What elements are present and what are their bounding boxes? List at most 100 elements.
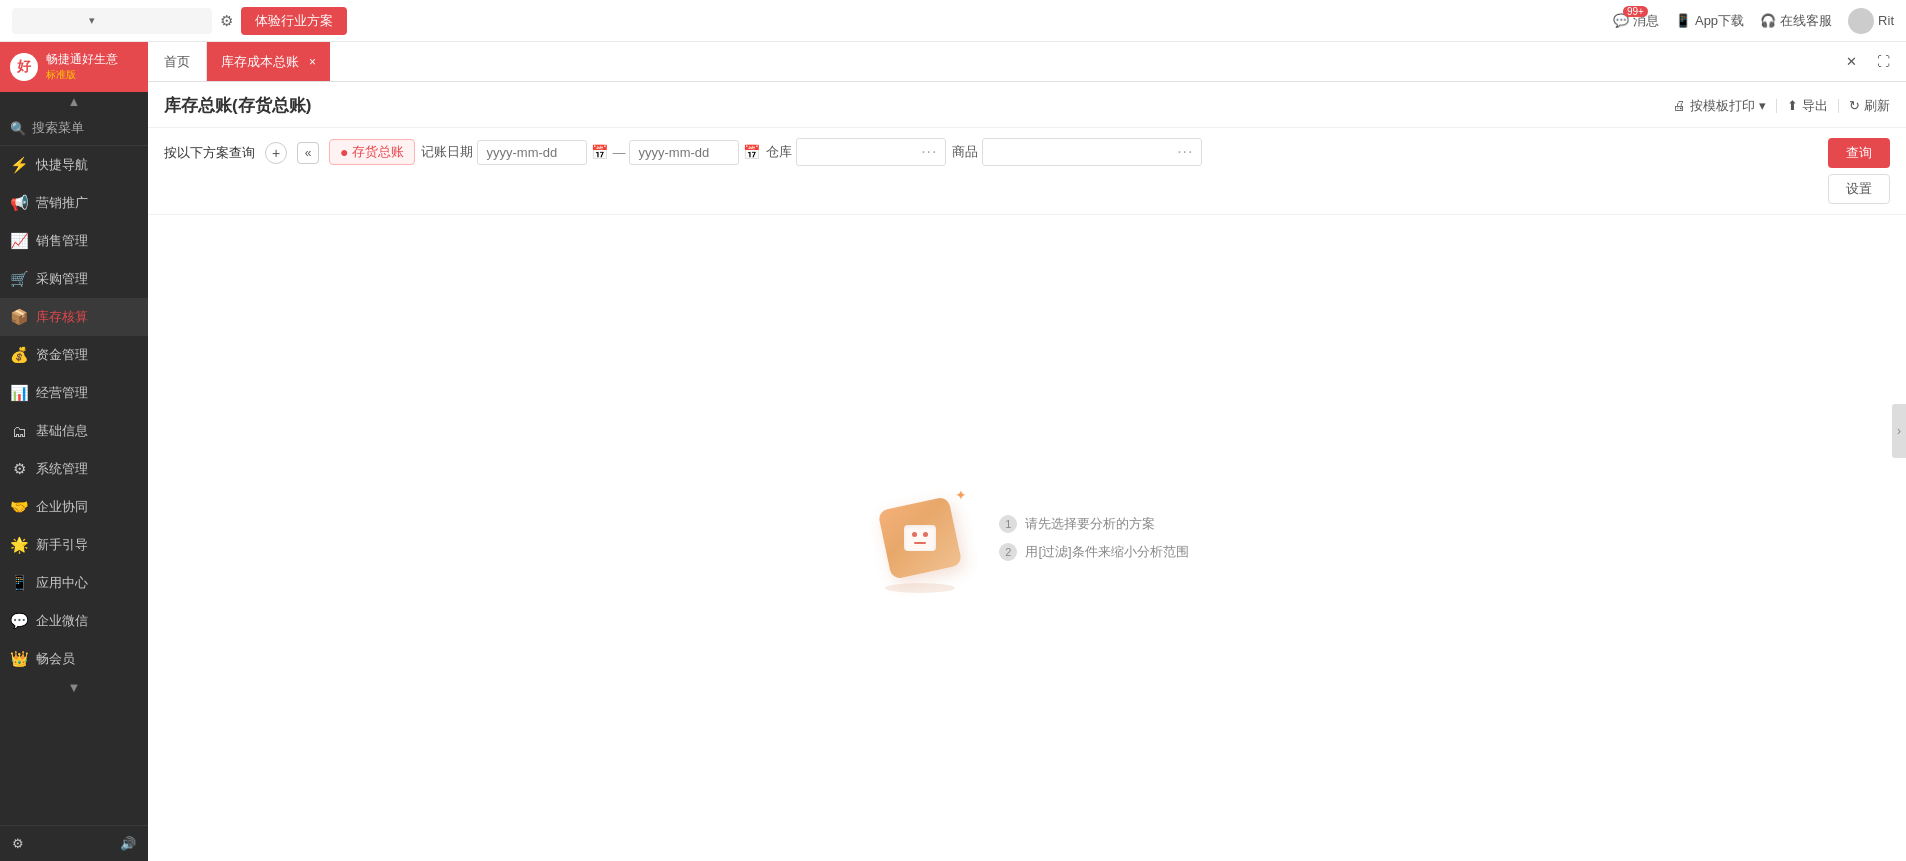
cooperation-icon: 🤝 [10,498,28,516]
topbar-app[interactable]: 📱 App下载 [1675,12,1744,30]
export-icon: ⬆ [1787,98,1798,113]
tab-expand-btn[interactable]: ⛶ [1869,50,1898,73]
query-btn[interactable]: 查询 [1828,138,1890,168]
search-label: 搜索菜单 [32,119,84,137]
system-label: 系统管理 [36,460,88,478]
quicknav-label: 快捷导航 [36,156,88,174]
box-eyes [912,532,928,537]
product-more-icon[interactable]: ··· [1177,143,1193,161]
empty-step-2: 2 用[过滤]条件来缩小分析范围 [999,543,1188,561]
page-header: 库存总账(存货总账) 🖨 按模板打印 ▾ ⬆ 导出 ↻ 刷 [148,82,1906,128]
sidebar-item-wechat[interactable]: 💬 企业微信 [0,602,148,640]
purchase-label: 采购管理 [36,270,88,288]
sidebar-item-inventory[interactable]: 📦 库存核算 [0,298,148,336]
sidebar-item-cooperation[interactable]: 🤝 企业协同 [0,488,148,526]
export-label: 导出 [1802,97,1828,115]
sidebar-logo: 好 畅捷通好生意 标准版 [0,42,148,92]
date-end-calendar-icon[interactable]: 📅 [743,144,760,160]
step-num-2: 2 [999,543,1017,561]
sidebar-item-vip[interactable]: 👑 畅会员 [0,640,148,678]
sidebar-item-apps[interactable]: 📱 应用中心 [0,564,148,602]
purchase-icon: 🛒 [10,270,28,288]
topbar: ▾ ⚙ 体验行业方案 💬 消息 99+ 📱 App下载 🎧 在线客服 Rit [0,0,1906,42]
box-body [878,496,963,579]
refresh-btn[interactable]: ↻ 刷新 [1849,97,1890,115]
empty-illustration: ✦ [865,483,975,593]
product-select[interactable]: ··· [982,138,1202,166]
tab-inventory-cost[interactable]: 库存成本总账 × [207,42,330,81]
industry-btn[interactable]: 体验行业方案 [241,7,347,35]
filter-row: ● 存货总账 记账日期 📅 — 📅 仓库 [329,138,1818,166]
topbar-nav-area[interactable]: ▾ [12,8,212,34]
filter-label: 按以下方案查询 [164,138,255,162]
topbar-left: ▾ ⚙ 体验行业方案 [12,7,1605,35]
date-start-input[interactable] [477,140,587,165]
sidebar-item-quicknav[interactable]: ⚡ 快捷导航 [0,146,148,184]
logo-text-area: 畅捷通好生意 标准版 [46,52,118,82]
topbar-gear-icon[interactable]: ⚙ [220,12,233,30]
date-dash: — [612,145,625,160]
tab-home[interactable]: 首页 [148,42,207,81]
inventory-label: 库存核算 [36,308,88,326]
apps-icon: 📱 [10,574,28,592]
topbar-service[interactable]: 🎧 在线客服 [1760,12,1832,30]
date-start-calendar-icon[interactable]: 📅 [591,144,608,160]
tab-close-btn[interactable]: ✕ [1838,50,1865,73]
sidebar-search[interactable]: 🔍 搜索菜单 [0,111,148,146]
sidebar-scroll-up[interactable]: ▲ [0,92,148,111]
filter-collapse-btn[interactable]: « [297,142,319,164]
topbar-msg[interactable]: 💬 消息 99+ [1613,12,1659,30]
topbar-dropdown-icon[interactable]: ▾ [89,14,95,27]
app-icon: 📱 [1675,13,1691,28]
filter-add-btn[interactable]: + [265,142,287,164]
box-mouth [914,542,926,544]
filter-scheme-tag[interactable]: ● 存货总账 [329,139,415,165]
sidebar-scroll-down[interactable]: ▼ [0,678,148,697]
operation-icon: 📊 [10,384,28,402]
scheme-label: 存货总账 [352,143,404,161]
apps-label: 应用中心 [36,574,88,592]
settings-btn[interactable]: 设置 [1828,174,1890,204]
tab-right-actions: ✕ ⛶ [1838,50,1906,73]
tab-close-icon[interactable]: × [309,55,316,69]
tab-home-label: 首页 [164,53,190,71]
tab-inventory-cost-label: 库存成本总账 [221,53,299,71]
operation-label: 经营管理 [36,384,88,402]
print-dropdown-icon[interactable]: ▾ [1759,98,1766,113]
print-btn[interactable]: 🖨 按模板打印 ▾ [1673,97,1766,115]
marketing-label: 营销推广 [36,194,88,212]
warehouse-select[interactable]: ··· [796,138,946,166]
sidebar-item-purchase[interactable]: 🛒 采购管理 [0,260,148,298]
filter-warehouse: 仓库 ··· [766,138,946,166]
content-area: 首页 库存成本总账 × ✕ ⛶ 库存总账(存货总账) 🖨 按模板打印 ▾ [148,42,1906,861]
filter-bar: 按以下方案查询 + « ● 存货总账 记账日期 📅 — [148,128,1906,215]
sidebar-item-basic[interactable]: 🗂 基础信息 [0,412,148,450]
sidebar-item-operation[interactable]: 📊 经营管理 [0,374,148,412]
sidebar-item-marketing[interactable]: 📢 营销推广 [0,184,148,222]
search-icon: 🔍 [10,121,26,136]
topbar-right: 💬 消息 99+ 📱 App下载 🎧 在线客服 Rit [1613,8,1894,34]
topbar-user[interactable]: Rit [1848,8,1894,34]
sidebar-item-sales[interactable]: 📈 销售管理 [0,222,148,260]
system-icon: ⚙ [10,460,28,478]
step-1-text: 请先选择要分析的方案 [1025,515,1155,533]
right-collapse-btn[interactable]: › [1892,404,1906,458]
filter-product: 商品 ··· [952,138,1202,166]
user-avatar [1848,8,1874,34]
main-layout: 好 畅捷通好生意 标准版 ▲ 🔍 搜索菜单 ⚡ 快捷导航 📢 营销推广 📈 销售… [0,42,1906,861]
sidebar-speaker-icon[interactable]: 🔊 [120,836,136,851]
sidebar-item-guide[interactable]: 🌟 新手引导 [0,526,148,564]
vip-icon: 👑 [10,650,28,668]
warehouse-more-icon[interactable]: ··· [921,143,937,161]
sidebar-item-system[interactable]: ⚙ 系统管理 [0,450,148,488]
sales-icon: 📈 [10,232,28,250]
sidebar-item-finance[interactable]: 💰 资金管理 [0,336,148,374]
export-btn[interactable]: ⬆ 导出 [1787,97,1828,115]
finance-label: 资金管理 [36,346,88,364]
divider-2 [1838,99,1839,113]
sidebar-bottom: ⚙ 🔊 [0,825,148,861]
sidebar-settings-icon[interactable]: ⚙ [12,836,24,851]
date-end-input[interactable] [629,140,739,165]
vip-label: 畅会员 [36,650,75,668]
print-label: 按模板打印 [1690,97,1755,115]
